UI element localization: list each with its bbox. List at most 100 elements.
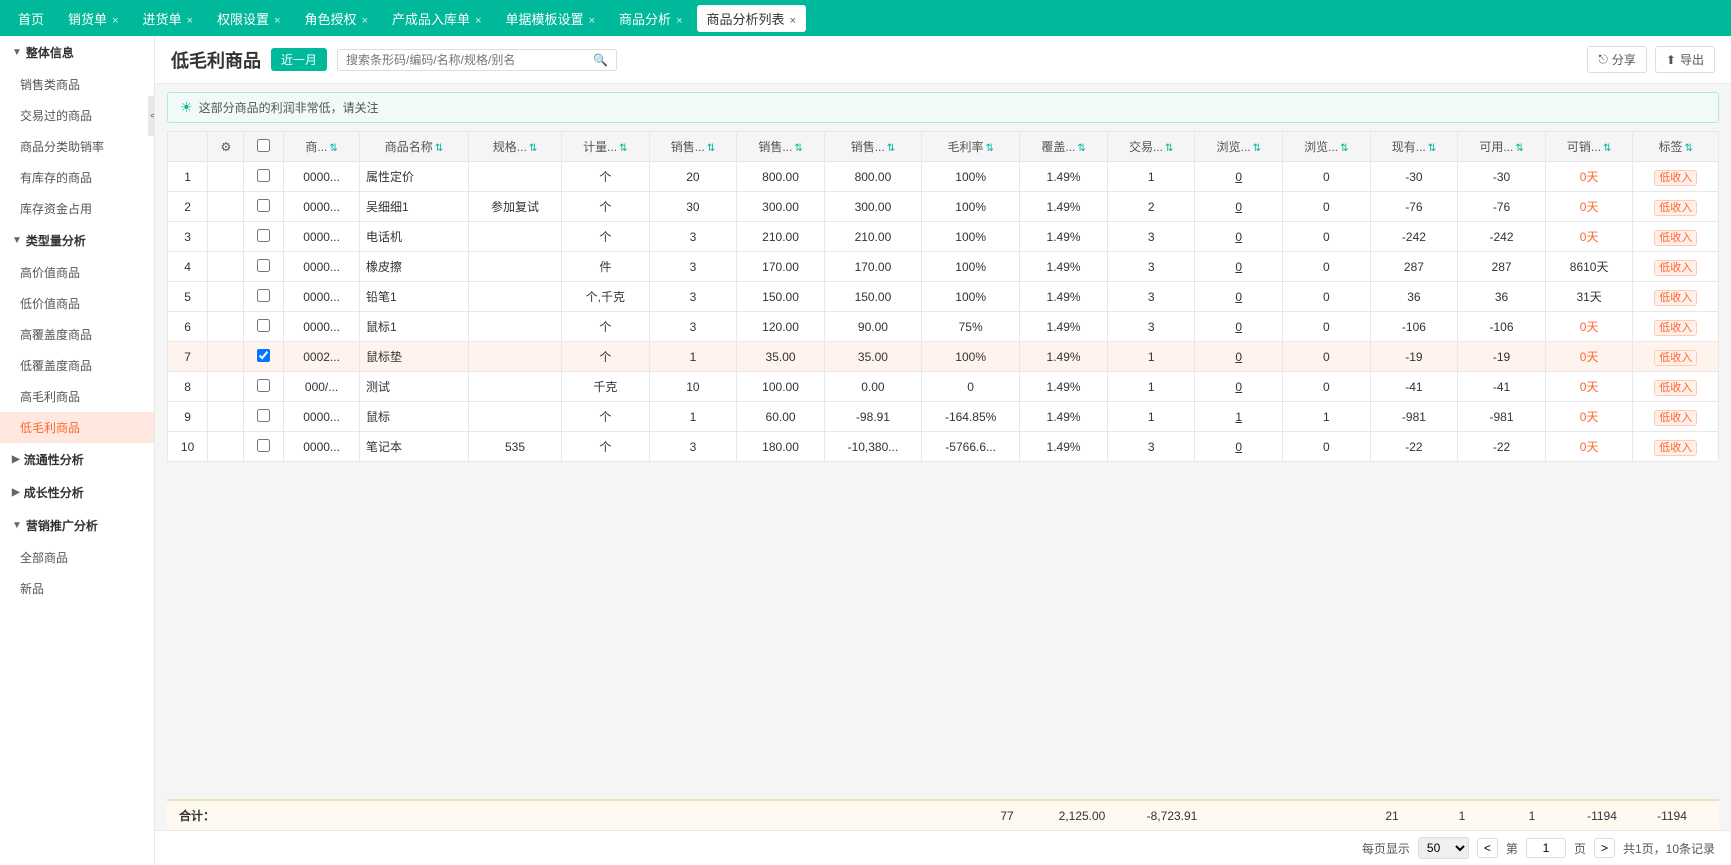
nav-home[interactable]: 首页	[8, 5, 54, 32]
row-checkbox-3[interactable]	[257, 259, 270, 272]
cell-checkbox-2[interactable]	[244, 222, 284, 252]
cell-view1-0[interactable]: 0	[1195, 162, 1283, 192]
sidebar-item-low-value[interactable]: 低价值商品	[0, 288, 154, 319]
sidebar-item-high-value[interactable]: 高价值商品	[0, 257, 154, 288]
cell-num-1: 2	[168, 192, 208, 222]
th-coverage[interactable]: 覆盖...⇅	[1020, 132, 1108, 162]
row-checkbox-0[interactable]	[257, 169, 270, 182]
th-code[interactable]: 商...⇅	[284, 132, 360, 162]
cell-qty-9: 3	[649, 432, 737, 462]
sidebar-item-category-rate[interactable]: 商品分类助销率	[0, 131, 154, 162]
sidebar-collapse-btn[interactable]: <<	[148, 96, 155, 136]
cell-checkbox-1[interactable]	[244, 192, 284, 222]
cell-view1-8[interactable]: 1	[1195, 402, 1283, 432]
cell-available-4: 36	[1458, 282, 1546, 312]
sidebar-group-type[interactable]: ▼ 类型量分析	[0, 224, 154, 257]
sidebar-item-traded-goods[interactable]: 交易过的商品	[0, 100, 154, 131]
sidebar-item-new-goods[interactable]: 新品	[0, 573, 154, 604]
sidebar-item-all-goods[interactable]: 全部商品	[0, 542, 154, 573]
nav-product-entry[interactable]: 产成品入库单 ×	[382, 5, 492, 32]
th-view1[interactable]: 浏览...⇅	[1195, 132, 1283, 162]
cell-checkbox-6[interactable]	[244, 342, 284, 372]
page-input[interactable]	[1526, 838, 1566, 858]
cell-checkbox-0[interactable]	[244, 162, 284, 192]
sidebar-item-low-coverage[interactable]: 低覆盖度商品	[0, 350, 154, 381]
sidebar-item-stock-goods[interactable]: 有库存的商品	[0, 162, 154, 193]
th-checkbox[interactable]	[244, 132, 284, 162]
cell-coverage-1: 1.49%	[1020, 192, 1108, 222]
row-checkbox-1[interactable]	[257, 199, 270, 212]
cell-view1-6[interactable]: 0	[1195, 342, 1283, 372]
sidebar-group-overall-label: 整体信息	[26, 44, 74, 61]
cell-checkbox-4[interactable]	[244, 282, 284, 312]
th-sales-price[interactable]: 销售...⇅	[737, 132, 825, 162]
sidebar-group-overall[interactable]: ▼ 整体信息	[0, 36, 154, 69]
share-button[interactable]: ⎋ 分享	[1587, 46, 1647, 73]
th-gross-margin[interactable]: 毛利率⇅	[922, 132, 1020, 162]
th-name[interactable]: 商品名称⇅	[360, 132, 469, 162]
header-actions: ⎋ 分享 ⬆ 导出	[1587, 46, 1715, 73]
cell-settings-0	[208, 162, 244, 192]
cell-view1-7[interactable]: 0	[1195, 372, 1283, 402]
total-info: 共1页，10条记录	[1623, 840, 1715, 857]
row-checkbox-7[interactable]	[257, 379, 270, 392]
cell-view1-4[interactable]: 0	[1195, 282, 1283, 312]
th-settings[interactable]: ⚙	[208, 132, 244, 162]
cell-checkbox-9[interactable]	[244, 432, 284, 462]
sidebar-group-circulation[interactable]: ▶ 流通性分析	[0, 443, 154, 476]
sidebar-group-marketing[interactable]: ▼ 营销推广分析	[0, 509, 154, 542]
cell-checkbox-8[interactable]	[244, 402, 284, 432]
sidebar-item-high-profit[interactable]: 高毛利商品	[0, 381, 154, 412]
cell-saleable-1: 0天	[1545, 192, 1633, 222]
prev-page-btn[interactable]: <	[1477, 838, 1498, 858]
sidebar-item-high-coverage[interactable]: 高覆盖度商品	[0, 319, 154, 350]
nav-purchase[interactable]: 进货单 ×	[133, 5, 204, 32]
date-filter-btn[interactable]: 近一月	[271, 48, 327, 71]
row-checkbox-8[interactable]	[257, 409, 270, 422]
th-sales-qty[interactable]: 销售...⇅	[649, 132, 737, 162]
cell-view1-3[interactable]: 0	[1195, 252, 1283, 282]
th-current-stock[interactable]: 现有...⇅	[1370, 132, 1458, 162]
cell-view1-2[interactable]: 0	[1195, 222, 1283, 252]
table-container[interactable]: ⚙ 商...⇅ 商品名称⇅ 规格...⇅ 计量...⇅ 销售...⇅ 销售...…	[167, 131, 1719, 799]
nav-sales[interactable]: 销货单 ×	[58, 5, 129, 32]
select-all-checkbox[interactable]	[257, 139, 270, 152]
nav-product-analysis[interactable]: 商品分析 ×	[609, 5, 693, 32]
th-view2[interactable]: 浏览...⇅	[1283, 132, 1371, 162]
th-spec[interactable]: 规格...⇅	[468, 132, 561, 162]
th-sales-profit[interactable]: 销售...⇅	[824, 132, 921, 162]
sidebar-group-growth[interactable]: ▶ 成长性分析	[0, 476, 154, 509]
row-checkbox-2[interactable]	[257, 229, 270, 242]
nav-close-sales[interactable]: ×	[109, 15, 118, 27]
th-tag[interactable]: 标签⇅	[1633, 132, 1719, 162]
next-page-btn[interactable]: >	[1594, 838, 1615, 858]
cell-checkbox-3[interactable]	[244, 252, 284, 282]
nav-product-analysis-list[interactable]: 商品分析列表 ×	[697, 5, 807, 32]
row-checkbox-6[interactable]	[257, 349, 270, 362]
cell-price-4: 150.00	[737, 282, 825, 312]
nav-permission[interactable]: 权限设置 ×	[207, 5, 291, 32]
row-checkbox-4[interactable]	[257, 289, 270, 302]
per-page-select[interactable]: 50 100 200	[1418, 837, 1469, 859]
per-page-label: 每页显示	[1362, 840, 1410, 857]
cell-view1-9[interactable]: 0	[1195, 432, 1283, 462]
nav-template[interactable]: 单据模板设置 ×	[496, 5, 606, 32]
sidebar-item-low-profit[interactable]: 低毛利商品	[0, 412, 154, 443]
sidebar-item-stock-capital[interactable]: 库存资金占用	[0, 193, 154, 224]
export-button[interactable]: ⬆ 导出	[1655, 46, 1715, 73]
th-unit[interactable]: 计量...⇅	[562, 132, 650, 162]
table-row: 10 0000... 笔记本 535 个 3 180.00 -10,380...…	[168, 432, 1719, 462]
th-available[interactable]: 可用...⇅	[1458, 132, 1546, 162]
cell-checkbox-5[interactable]	[244, 312, 284, 342]
th-saleable[interactable]: 可销...⇅	[1545, 132, 1633, 162]
cell-view1-1[interactable]: 0	[1195, 192, 1283, 222]
search-input[interactable]	[346, 53, 593, 67]
th-transaction[interactable]: 交易...⇅	[1107, 132, 1195, 162]
nav-role[interactable]: 角色授权 ×	[295, 5, 379, 32]
cell-checkbox-7[interactable]	[244, 372, 284, 402]
cell-view1-5[interactable]: 0	[1195, 312, 1283, 342]
row-checkbox-9[interactable]	[257, 439, 270, 452]
row-checkbox-5[interactable]	[257, 319, 270, 332]
sidebar-item-sales-goods[interactable]: 销售类商品	[0, 69, 154, 100]
search-icon[interactable]: 🔍	[593, 53, 608, 67]
